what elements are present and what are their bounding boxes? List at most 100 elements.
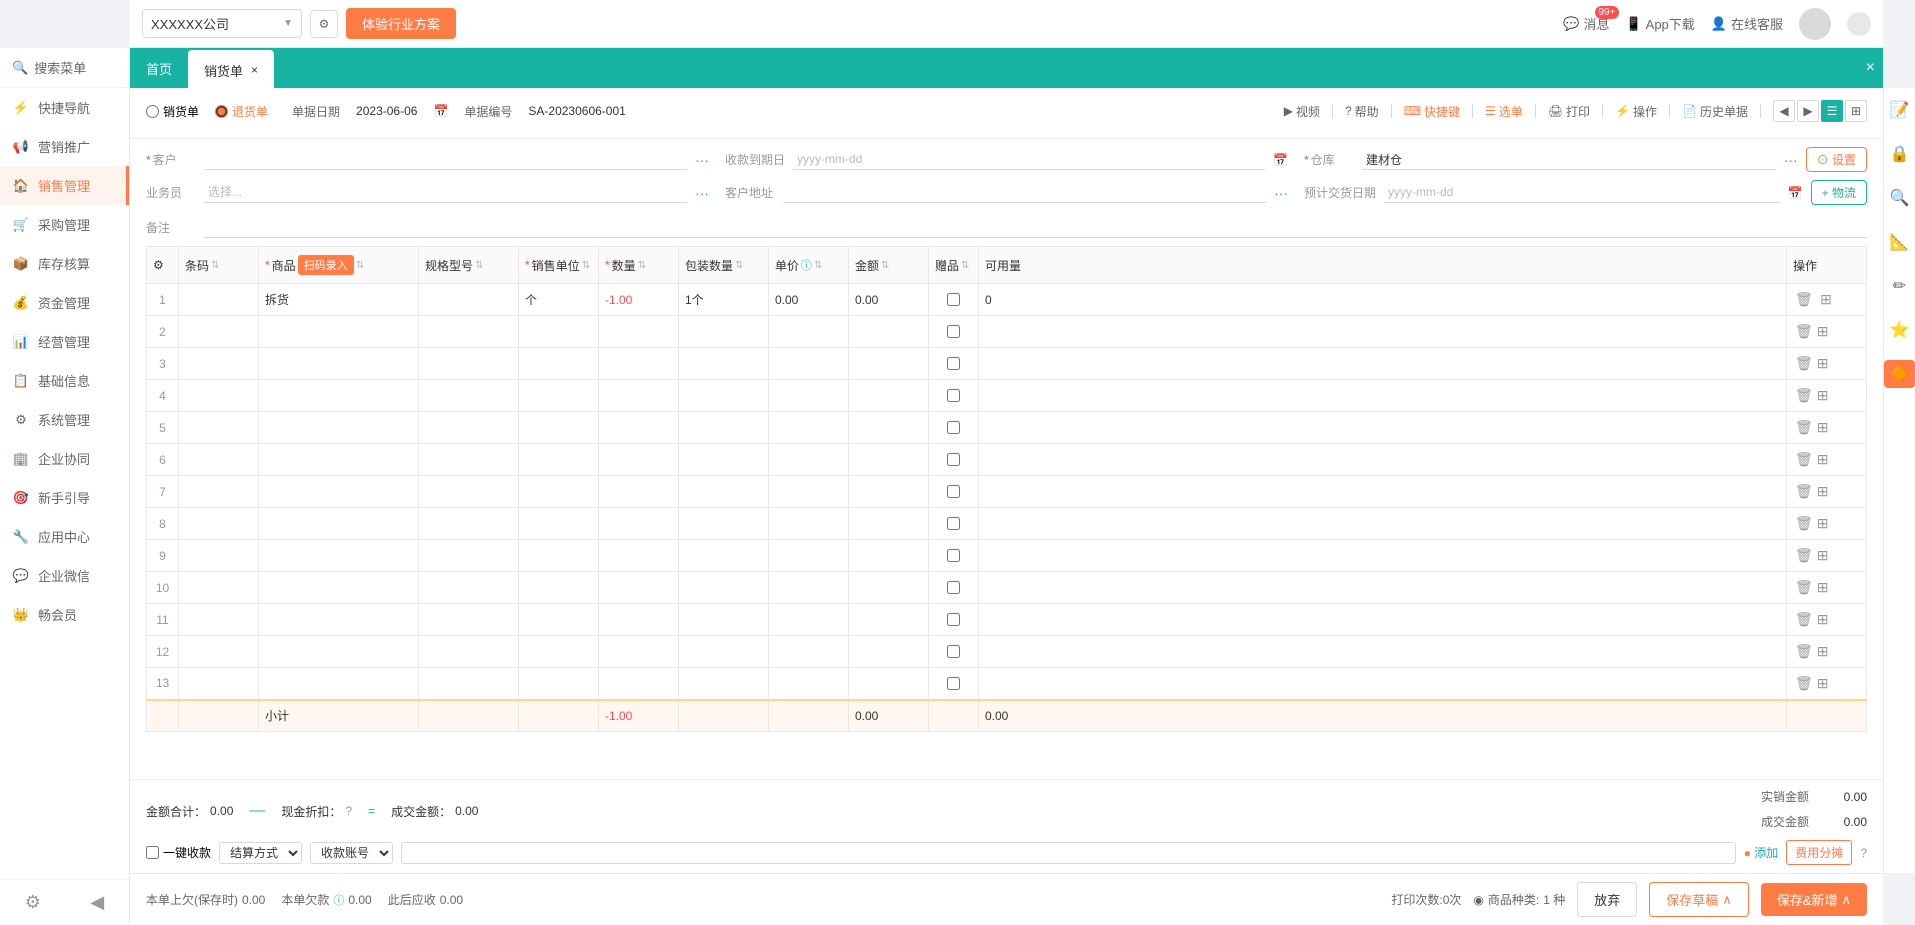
row-gift[interactable] — [929, 316, 979, 348]
right-sidebar-icon-4[interactable]: 📐 — [1886, 228, 1914, 256]
row-copy[interactable]: ⊞ — [1815, 483, 1831, 500]
view-list-btn[interactable]: ☰ — [1821, 100, 1843, 122]
row-unit[interactable] — [519, 540, 599, 572]
gift-checkbox[interactable] — [947, 325, 960, 338]
row-price[interactable] — [769, 508, 849, 540]
row-qty-1[interactable]: -1.00 — [599, 284, 679, 316]
row-qty[interactable] — [599, 348, 679, 380]
row-delete[interactable]: 🗑 — [1793, 675, 1815, 692]
row-product[interactable] — [259, 540, 419, 572]
scan-button[interactable]: 扫码录入 — [298, 255, 354, 275]
row-qty[interactable] — [599, 508, 679, 540]
one-click-input[interactable] — [146, 846, 159, 859]
row-barcode[interactable] — [179, 572, 259, 604]
radio-sale[interactable]: 销货单 — [146, 103, 199, 120]
row-product[interactable] — [259, 348, 419, 380]
row-copy[interactable]: ⊞ — [1815, 419, 1831, 436]
row-price[interactable] — [769, 316, 849, 348]
row-spec[interactable] — [419, 316, 519, 348]
row-price-1[interactable]: 0.00 — [769, 284, 849, 316]
gift-checkbox[interactable] — [947, 453, 960, 466]
one-click-checkbox[interactable]: 一键收款 — [146, 844, 211, 861]
row-product[interactable] — [259, 636, 419, 668]
row-product[interactable] — [259, 604, 419, 636]
row-qty[interactable] — [599, 668, 679, 700]
row-copy[interactable]: ⊞ — [1815, 579, 1831, 596]
right-sidebar-icon-1[interactable]: 📝 — [1886, 96, 1914, 124]
customer-dots-btn[interactable]: ··· — [695, 152, 709, 168]
row-delete[interactable]: 🗑 — [1793, 643, 1815, 660]
row-unit[interactable] — [519, 348, 599, 380]
trial-button[interactable]: 体验行业方案 — [346, 8, 456, 39]
account-select[interactable]: 收款账号 — [310, 842, 393, 864]
row-unit[interactable] — [519, 412, 599, 444]
gift-checkbox-1[interactable] — [947, 293, 960, 306]
row-spec[interactable] — [419, 348, 519, 380]
row-barcode[interactable] — [179, 348, 259, 380]
settle-method-select[interactable]: 结算方式 — [219, 842, 302, 864]
video-btn[interactable]: ▶ 视频 — [1280, 101, 1324, 122]
view-prev-btn[interactable]: ◀ — [1773, 100, 1795, 122]
row-pkg[interactable] — [679, 636, 769, 668]
row-delete[interactable]: 🗑 — [1793, 547, 1815, 564]
row-spec[interactable] — [419, 540, 519, 572]
row-unit[interactable] — [519, 444, 599, 476]
sidebar-item-inventory[interactable]: 📦 库存核算 — [0, 244, 129, 283]
row-gift[interactable] — [929, 412, 979, 444]
company-selector[interactable]: XXXXXX公司 ▼ — [142, 9, 302, 38]
th-settings[interactable]: ⚙ — [147, 247, 179, 284]
row-product[interactable] — [259, 572, 419, 604]
product-sort-icon[interactable]: ⇅ — [356, 260, 364, 271]
row-unit[interactable] — [519, 572, 599, 604]
sidebar-item-member[interactable]: 👑 畅会员 — [0, 595, 129, 634]
row-spec[interactable] — [419, 604, 519, 636]
gift-sort-icon[interactable]: ⇅ — [961, 260, 969, 271]
row-barcode[interactable] — [179, 508, 259, 540]
row-unit[interactable] — [519, 508, 599, 540]
sidebar-item-marketing[interactable]: 📢 营销推广 — [0, 127, 129, 166]
spec-sort-icon[interactable]: ⇅ — [475, 260, 483, 271]
row-copy[interactable]: ⊞ — [1815, 611, 1831, 628]
row-price[interactable] — [769, 572, 849, 604]
pkg-sort-icon[interactable]: ⇅ — [735, 260, 743, 271]
gift-checkbox[interactable] — [947, 421, 960, 434]
row-copy[interactable]: ⊞ — [1815, 387, 1831, 404]
right-sidebar-icon-3[interactable]: 🔍 — [1886, 184, 1914, 212]
expected-date-input[interactable] — [1384, 182, 1780, 203]
row-product-1[interactable]: 拆货 — [259, 284, 419, 316]
sidebar-item-wechat[interactable]: 💬 企业微信 — [0, 556, 129, 595]
row-amount[interactable] — [849, 540, 929, 572]
row-price[interactable] — [769, 444, 849, 476]
row-qty[interactable] — [599, 412, 679, 444]
sidebar-item-sales[interactable]: 🏠 销售管理 — [0, 166, 129, 205]
row-pkg[interactable] — [679, 668, 769, 700]
save-new-button[interactable]: 保存&新增 ∧ — [1761, 883, 1867, 916]
row-product[interactable] — [259, 316, 419, 348]
row-spec[interactable] — [419, 572, 519, 604]
row-amount[interactable] — [849, 476, 929, 508]
add-payment-button[interactable]: ● 添加 — [1744, 844, 1779, 861]
gift-checkbox[interactable] — [947, 485, 960, 498]
row-unit[interactable] — [519, 668, 599, 700]
gift-checkbox[interactable] — [947, 357, 960, 370]
row-amount[interactable] — [849, 444, 929, 476]
gift-checkbox[interactable] — [947, 549, 960, 562]
row-gift[interactable] — [929, 668, 979, 700]
row-price[interactable] — [769, 412, 849, 444]
settings-button[interactable]: ⚙ — [310, 10, 338, 38]
row-barcode[interactable] — [179, 444, 259, 476]
row-gift[interactable] — [929, 572, 979, 604]
tab-sale-order[interactable]: 销货单 × — [188, 50, 274, 90]
price-info-icon[interactable]: ⓘ — [801, 257, 812, 273]
sidebar-settings-icon[interactable]: ⚙ — [21, 888, 45, 917]
row-copy[interactable]: ⊞ — [1815, 323, 1831, 340]
row-barcode[interactable] — [179, 380, 259, 412]
row-delete[interactable]: 🗑 — [1793, 419, 1815, 436]
row-copy[interactable]: ⊞ — [1815, 675, 1831, 692]
due-date-calendar-icon[interactable]: 📅 — [1273, 153, 1288, 167]
row-amount[interactable] — [849, 348, 929, 380]
row-pkg[interactable] — [679, 412, 769, 444]
notes-input[interactable] — [204, 217, 1867, 238]
row-unit[interactable] — [519, 636, 599, 668]
due-date-input[interactable] — [793, 149, 1265, 170]
